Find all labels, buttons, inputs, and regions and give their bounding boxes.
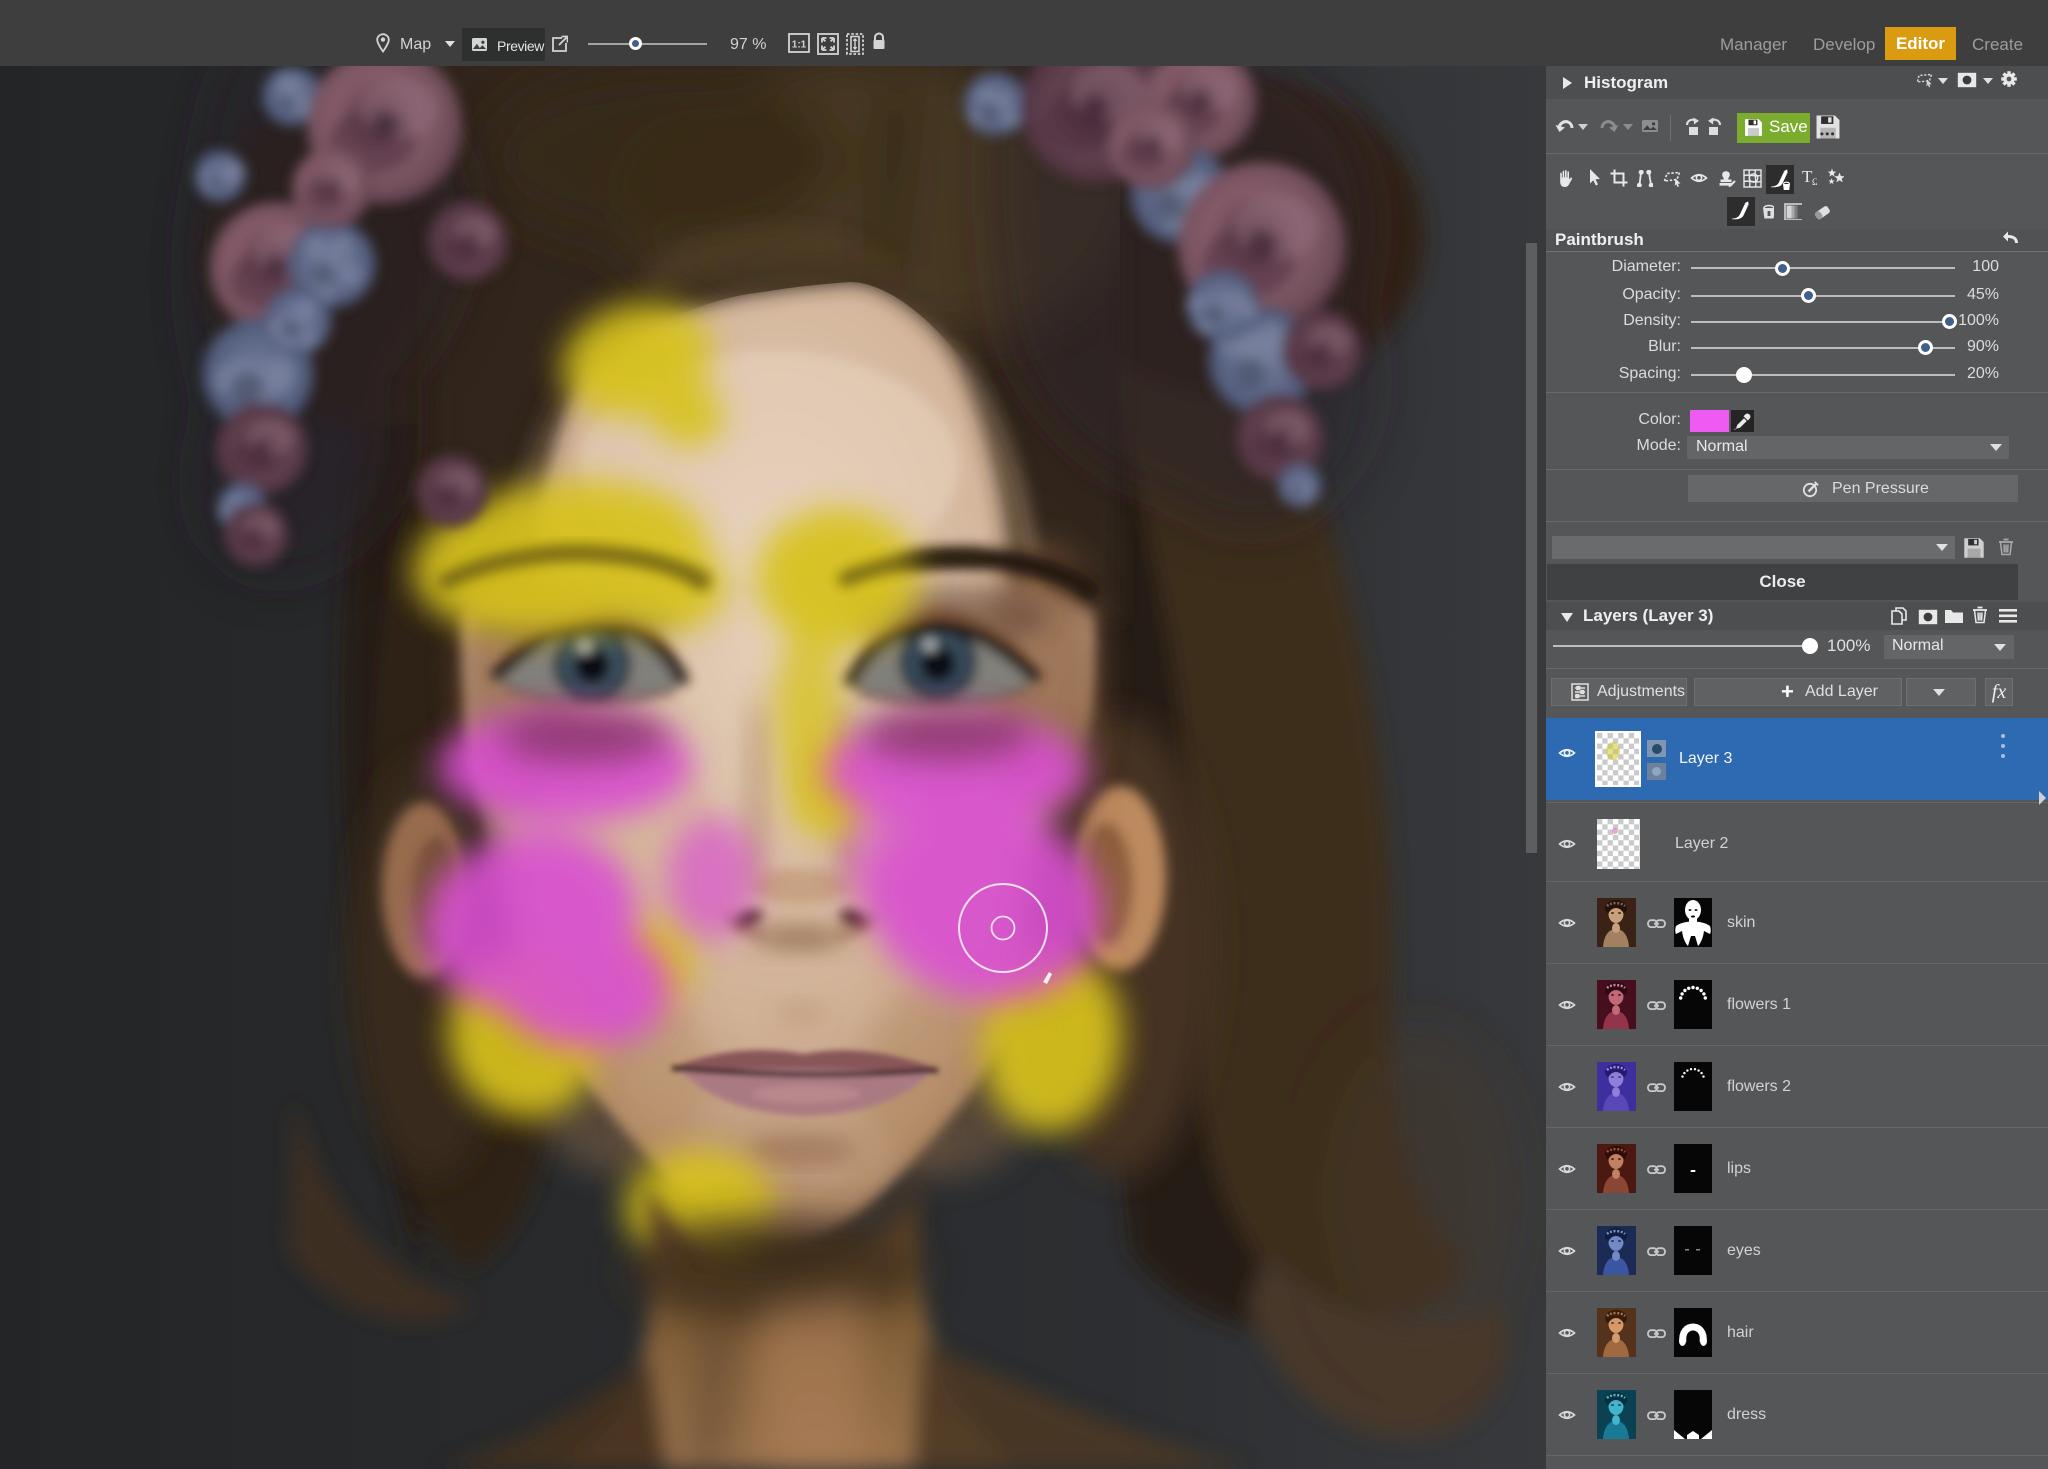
svg-text:1:1: 1:1 xyxy=(792,40,807,51)
svg-text:Ω: Ω xyxy=(1812,177,1817,187)
